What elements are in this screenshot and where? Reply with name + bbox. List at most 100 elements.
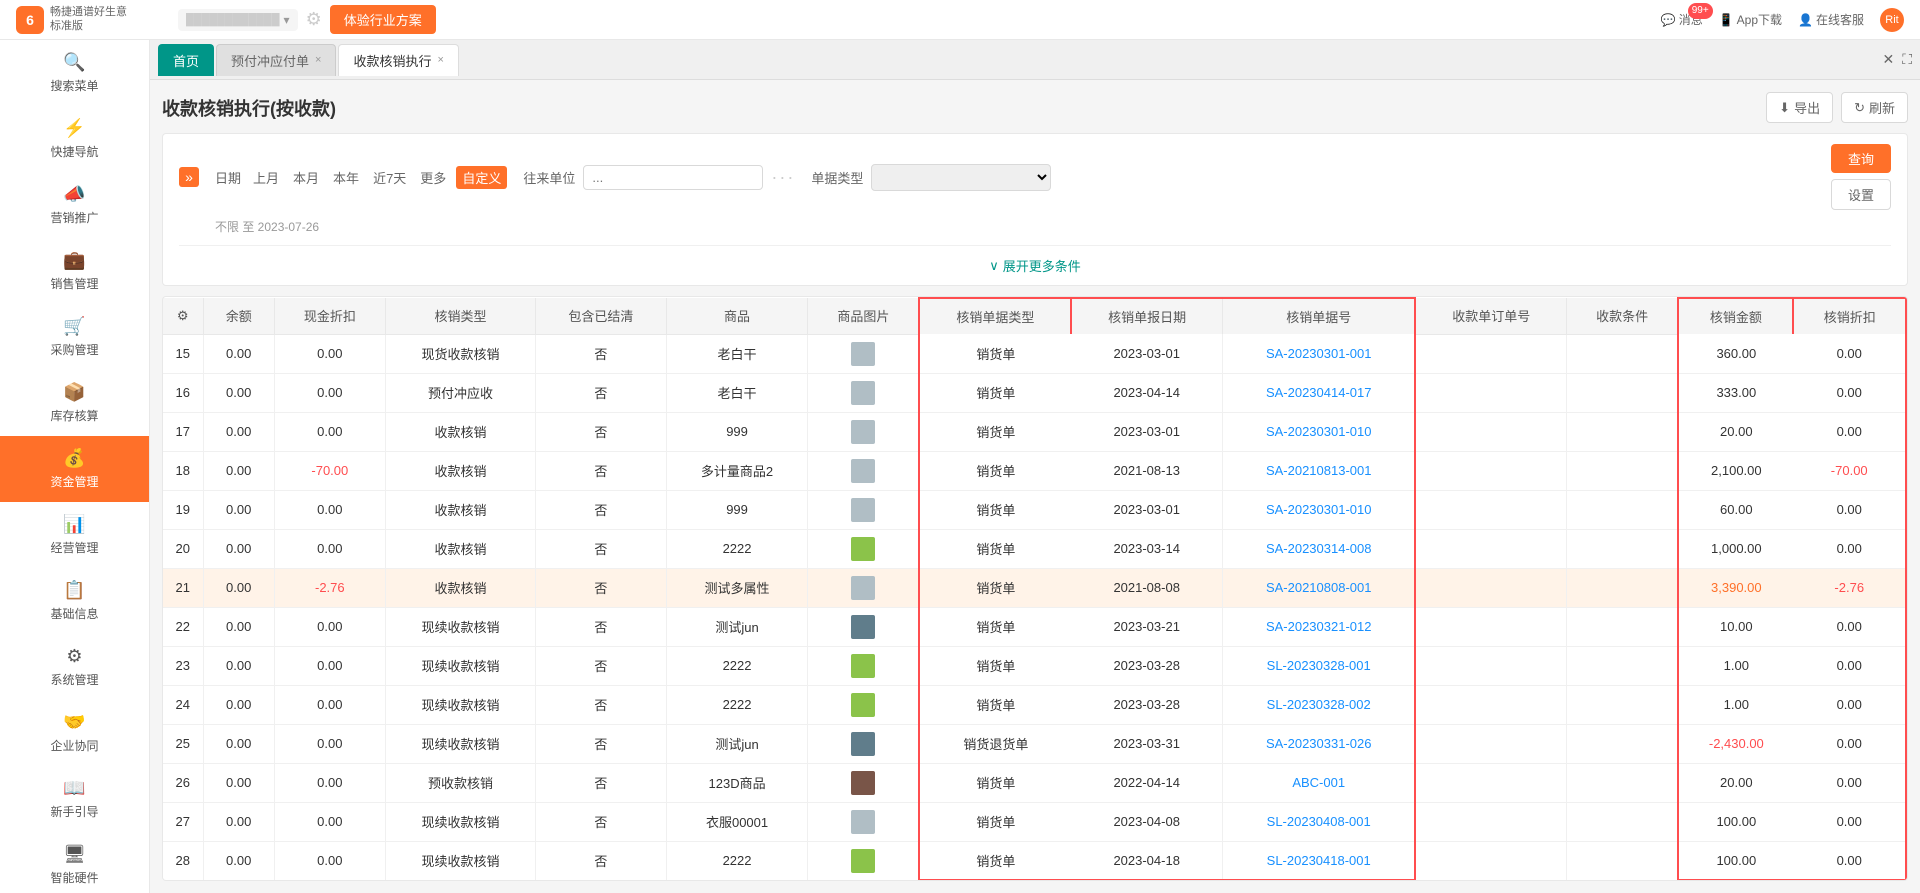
- cell-include-settled: 否: [536, 529, 667, 568]
- company-selector[interactable]: ████████████ ▾: [178, 9, 298, 31]
- cell-goods-image: [808, 490, 920, 529]
- tab-receipt-close[interactable]: ×: [437, 54, 443, 66]
- custom-date-btn[interactable]: 自定义: [456, 166, 507, 189]
- online-support-link[interactable]: 👤 在线客服: [1798, 11, 1864, 28]
- filter-expand-btn[interactable]: »: [179, 167, 199, 187]
- logo-icon: 6: [16, 6, 44, 34]
- sidebar-item-label: 库存核算: [50, 407, 98, 424]
- cell-verify-type: 现续收款核销: [385, 685, 535, 724]
- cell-id: 16: [163, 373, 203, 412]
- tab-close-icon[interactable]: ✕: [1882, 51, 1894, 68]
- cell-verify-discount: 0.00: [1793, 607, 1906, 646]
- purchase-icon: 🛒: [63, 316, 85, 337]
- notification-bell[interactable]: 💬 消息 99+: [1661, 11, 1703, 28]
- settings-gear-icon[interactable]: ⚙: [306, 9, 322, 30]
- tab-expand-icon[interactable]: ⛶: [1902, 51, 1912, 68]
- cell-verify-type: 收款核销: [385, 529, 535, 568]
- sidebar-item-sales[interactable]: 💼 销售管理: [0, 238, 149, 304]
- cell-verify-bill-no: SA-20230331-026: [1223, 724, 1416, 763]
- cell-receipt-condition: [1567, 802, 1679, 841]
- cell-verify-bill-type: 销货单: [919, 685, 1071, 724]
- cell-goods-image: [808, 607, 920, 646]
- cell-goods-image: [808, 763, 920, 802]
- col-verify-amount: 核销金额: [1678, 298, 1793, 334]
- col-verify-bill-date: 核销单报日期: [1071, 298, 1222, 334]
- cell-receipt-order-no: [1415, 724, 1566, 763]
- cell-id: 25: [163, 724, 203, 763]
- page-title: 收款核销执行(按收款): [162, 95, 336, 121]
- sidebar-item-hardware[interactable]: 🖥 智能硬件: [0, 832, 149, 893]
- table-row: 16 0.00 0.00 预付冲应收 否 老白干 销货单 2023-04-14 …: [163, 373, 1906, 412]
- tabs-bar: 首页 预付冲应付单 × 收款核销执行 × ✕ ⛶: [150, 40, 1920, 80]
- refresh-button[interactable]: ↻ 刷新: [1841, 92, 1908, 123]
- sidebar-item-management[interactable]: 📊 经营管理: [0, 502, 149, 568]
- cell-receipt-order-no: [1415, 841, 1566, 880]
- trial-button[interactable]: 体验行业方案: [330, 5, 436, 34]
- export-icon: ⬇: [1779, 100, 1790, 116]
- sidebar-item-label: 快捷导航: [50, 143, 98, 160]
- sidebar-item-search[interactable]: 🔍 搜索菜单: [0, 40, 149, 106]
- setting-button[interactable]: 设置: [1831, 179, 1891, 210]
- table-row: 19 0.00 0.00 收款核销 否 999 销货单 2023-03-01 S…: [163, 490, 1906, 529]
- sidebar-item-guide[interactable]: 📖 新手引导: [0, 766, 149, 832]
- tab-prepay-close[interactable]: ×: [315, 54, 321, 66]
- sidebar-item-inventory[interactable]: 📦 库存核算: [0, 370, 149, 436]
- sidebar-item-quicknav[interactable]: ⚡ 快捷导航: [0, 106, 149, 172]
- last-7days-btn[interactable]: 近7天: [369, 166, 410, 189]
- tab-prepay[interactable]: 预付冲应付单 ×: [216, 44, 336, 76]
- more-date-btn[interactable]: 更多: [416, 166, 450, 189]
- cell-verify-discount: 0.00: [1793, 802, 1906, 841]
- cell-receipt-order-no: [1415, 334, 1566, 373]
- cell-goods: 多计量商品2: [666, 451, 808, 490]
- table-row: 22 0.00 0.00 现续收款核销 否 测试jun 销货单 2023-03-…: [163, 607, 1906, 646]
- table-row: 17 0.00 0.00 收款核销 否 999 销货单 2023-03-01 S…: [163, 412, 1906, 451]
- col-settings[interactable]: ⚙: [163, 298, 203, 334]
- sidebar-item-system[interactable]: ⚙ 系统管理: [0, 634, 149, 700]
- col-receipt-condition: 收款条件: [1567, 298, 1679, 334]
- col-goods: 商品: [666, 298, 808, 334]
- sidebar-item-marketing[interactable]: 📣 营销推广: [0, 172, 149, 238]
- cell-receipt-condition: [1567, 490, 1679, 529]
- cell-include-settled: 否: [536, 451, 667, 490]
- cell-verify-bill-type: 销货单: [919, 841, 1071, 880]
- cell-verify-type: 现续收款核销: [385, 724, 535, 763]
- last-month-btn[interactable]: 上月: [249, 166, 283, 189]
- company-filter-input[interactable]: [583, 165, 763, 190]
- user-avatar[interactable]: Rit: [1880, 8, 1904, 32]
- search-button[interactable]: 查询: [1831, 144, 1891, 173]
- cell-receipt-order-no: [1415, 568, 1566, 607]
- cell-verify-bill-date: 2023-03-01: [1071, 412, 1222, 451]
- this-month-btn[interactable]: 本月: [289, 166, 323, 189]
- cell-verify-type: 现货收款核销: [385, 334, 535, 373]
- notification-icon: 💬: [1661, 13, 1676, 27]
- cell-verify-bill-no: SA-20230301-010: [1223, 490, 1416, 529]
- cell-verify-type: 预付冲应收: [385, 373, 535, 412]
- cell-goods: 测试jun: [666, 607, 808, 646]
- cell-receipt-condition: [1567, 685, 1679, 724]
- cell-verify-bill-date: 2023-03-28: [1071, 685, 1222, 724]
- cell-verify-discount: 0.00: [1793, 841, 1906, 880]
- cell-verify-bill-type: 销货单: [919, 451, 1071, 490]
- cell-verify-bill-type: 销货单: [919, 334, 1071, 373]
- sidebar-item-enterprise[interactable]: 🤝 企业协同: [0, 700, 149, 766]
- cell-verify-bill-type: 销货单: [919, 607, 1071, 646]
- cell-receipt-order-no: [1415, 763, 1566, 802]
- cell-id: 28: [163, 841, 203, 880]
- tab-home[interactable]: 首页: [158, 44, 214, 76]
- col-verify-discount: 核销折扣: [1793, 298, 1906, 334]
- receipt-type-select[interactable]: [871, 164, 1051, 191]
- tab-receipt-verify[interactable]: 收款核销执行 ×: [338, 44, 458, 76]
- expand-more-btn[interactable]: ∨ 展开更多条件: [989, 256, 1081, 275]
- app-download-link[interactable]: 📱 App下载: [1719, 11, 1782, 28]
- cell-id: 23: [163, 646, 203, 685]
- sidebar-item-purchase[interactable]: 🛒 采购管理: [0, 304, 149, 370]
- cell-verify-discount: 0.00: [1793, 529, 1906, 568]
- cell-receipt-condition: [1567, 763, 1679, 802]
- sidebar-item-finance[interactable]: 💰 资金管理: [0, 436, 149, 502]
- cell-verify-amount: 1.00: [1678, 646, 1793, 685]
- sidebar-item-basic[interactable]: 📋 基础信息: [0, 568, 149, 634]
- this-year-btn[interactable]: 本年: [329, 166, 363, 189]
- export-button[interactable]: ⬇ 导出: [1766, 92, 1833, 123]
- cell-verify-amount: 1.00: [1678, 685, 1793, 724]
- cell-verify-amount: 2,100.00: [1678, 451, 1793, 490]
